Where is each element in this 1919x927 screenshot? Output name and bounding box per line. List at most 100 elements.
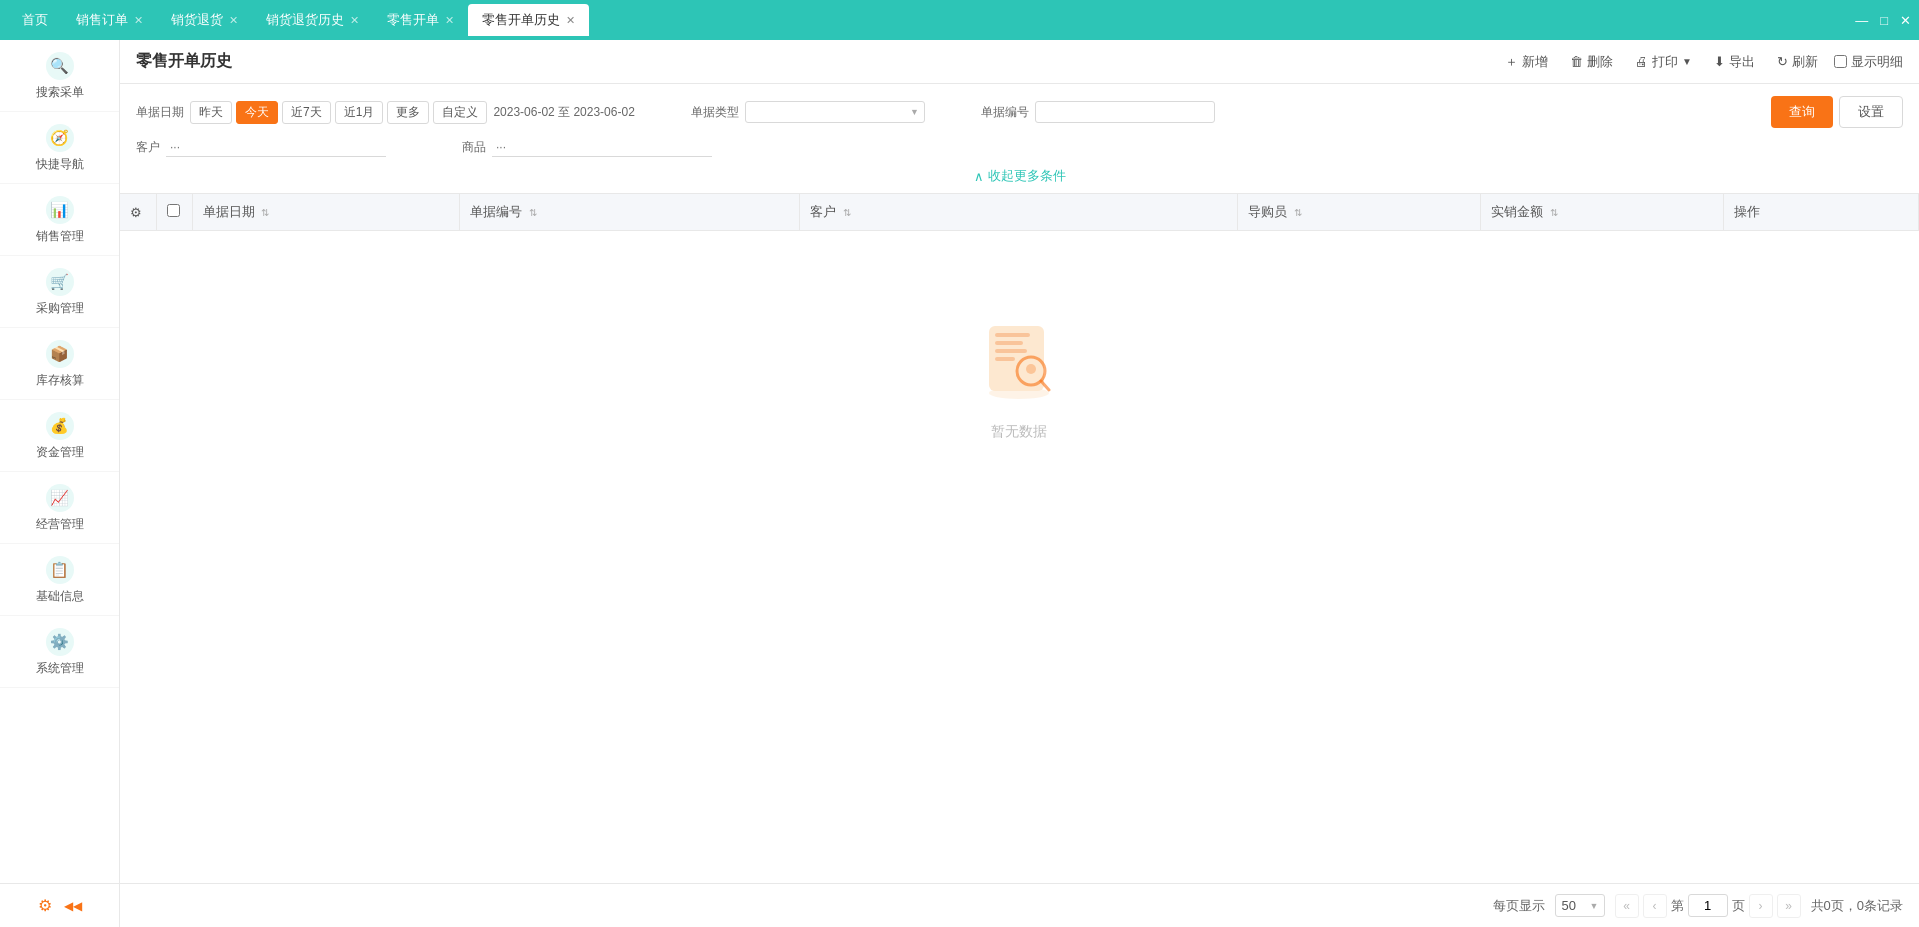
collapse-label: 收起更多条件 bbox=[988, 167, 1066, 185]
tab-sales-return-label: 销货退货 bbox=[171, 11, 223, 29]
settings-button[interactable]: 设置 bbox=[1839, 96, 1903, 128]
column-settings-icon[interactable]: ⚙ bbox=[130, 205, 142, 220]
purchase-mgmt-icon: 🛒 bbox=[46, 268, 74, 296]
th-settings[interactable]: ⚙ bbox=[120, 194, 156, 231]
toolbar: ＋ 新增 🗑 删除 🖨 打印 ▼ ⬇ 导出 ↻ 刷新 bbox=[1499, 50, 1903, 74]
tab-sales-order[interactable]: 销售订单 ✕ bbox=[62, 4, 157, 36]
collapse-button[interactable]: ∧ 收起更多条件 bbox=[974, 167, 1066, 185]
print-label: 打印 bbox=[1652, 53, 1678, 71]
export-button[interactable]: ⬇ 导出 bbox=[1708, 50, 1761, 74]
empty-text: 暂无数据 bbox=[991, 423, 1047, 441]
export-label: 导出 bbox=[1729, 53, 1755, 71]
collapse-icon: ∧ bbox=[974, 169, 984, 184]
inventory-icon: 📦 bbox=[46, 340, 74, 368]
filter-doc-no: 单据编号 bbox=[981, 101, 1215, 123]
date-btn-last7[interactable]: 近7天 bbox=[282, 101, 331, 124]
tab-sales-order-close[interactable]: ✕ bbox=[134, 14, 143, 27]
content-area: 零售开单历史 ＋ 新增 🗑 删除 🖨 打印 ▼ ⬇ 导出 bbox=[120, 40, 1919, 927]
goods-label: 商品 bbox=[462, 139, 486, 156]
sidebar-item-base-info-label: 基础信息 bbox=[36, 588, 84, 605]
page-next-button[interactable]: › bbox=[1749, 894, 1773, 918]
tab-sales-return-close[interactable]: ✕ bbox=[229, 14, 238, 27]
tab-retail-open[interactable]: 零售开单 ✕ bbox=[373, 4, 468, 36]
tab-sales-return[interactable]: 销货退货 ✕ bbox=[157, 4, 252, 36]
sidebar-item-sys-mgmt[interactable]: ⚙️ 系统管理 bbox=[0, 616, 119, 688]
doc-no-input[interactable] bbox=[1035, 101, 1215, 123]
window-maximize[interactable]: □ bbox=[1880, 13, 1888, 28]
delete-label: 删除 bbox=[1587, 53, 1613, 71]
add-label: 新增 bbox=[1522, 53, 1548, 71]
base-info-icon: 📋 bbox=[46, 556, 74, 584]
sidebar-item-search-purchase[interactable]: 🔍 搜索采单 bbox=[0, 40, 119, 112]
date-btn-last1month[interactable]: 近1月 bbox=[335, 101, 384, 124]
th-date[interactable]: 单据日期 ⇅ bbox=[192, 194, 459, 231]
sidebar-item-sales-mgmt[interactable]: 📊 销售管理 bbox=[0, 184, 119, 256]
sidebar-item-base-info[interactable]: 📋 基础信息 bbox=[0, 544, 119, 616]
tab-home[interactable]: 首页 bbox=[8, 4, 62, 36]
page-last-button[interactable]: » bbox=[1777, 894, 1801, 918]
th-guide[interactable]: 导购员 ⇅ bbox=[1238, 194, 1481, 231]
add-button[interactable]: ＋ 新增 bbox=[1499, 50, 1554, 74]
date-range-display: 2023-06-02 至 2023-06-02 bbox=[493, 104, 634, 121]
page-title: 零售开单历史 bbox=[136, 51, 1499, 72]
th-no-label: 单据编号 bbox=[470, 204, 522, 219]
sidebar-item-inventory[interactable]: 📦 库存核算 bbox=[0, 328, 119, 400]
per-page-select[interactable]: 10 20 50 100 bbox=[1555, 894, 1605, 917]
tab-retail-open-close[interactable]: ✕ bbox=[445, 14, 454, 27]
page-prev-button[interactable]: ‹ bbox=[1643, 894, 1667, 918]
sidebar-item-operations[interactable]: 📈 经营管理 bbox=[0, 472, 119, 544]
th-amount-label: 实销金额 bbox=[1491, 204, 1543, 219]
filter-customer: 客户 bbox=[136, 138, 386, 157]
print-button[interactable]: 🖨 打印 ▼ bbox=[1629, 50, 1698, 74]
th-guide-sort-icon: ⇅ bbox=[1294, 207, 1302, 218]
sidebar-item-quick-nav-label: 快捷导航 bbox=[36, 156, 84, 173]
tab-retail-history[interactable]: 零售开单历史 ✕ bbox=[468, 4, 589, 36]
sidebar-settings-icon[interactable]: ⚙ bbox=[38, 896, 52, 915]
tab-sales-return-history-close[interactable]: ✕ bbox=[350, 14, 359, 27]
date-btn-today[interactable]: 今天 bbox=[236, 101, 278, 124]
sidebar-item-finance[interactable]: 💰 资金管理 bbox=[0, 400, 119, 472]
doc-type-select[interactable] bbox=[745, 101, 925, 123]
th-amount[interactable]: 实销金额 ⇅ bbox=[1481, 194, 1724, 231]
date-btn-more[interactable]: 更多 bbox=[387, 101, 429, 124]
display-detail-toggle[interactable]: 显示明细 bbox=[1834, 53, 1903, 71]
select-all-checkbox[interactable] bbox=[167, 204, 180, 217]
window-controls: — □ ✕ bbox=[1855, 13, 1911, 28]
th-date-label: 单据日期 bbox=[203, 204, 255, 219]
tab-retail-history-close[interactable]: ✕ bbox=[566, 14, 575, 27]
th-customer-sort-icon: ⇅ bbox=[843, 207, 851, 218]
filter-row-1: 单据日期 昨天 今天 近7天 近1月 更多 自定义 2023-06-02 至 2… bbox=[136, 96, 1903, 128]
th-guide-label: 导购员 bbox=[1248, 204, 1287, 219]
th-no[interactable]: 单据编号 ⇅ bbox=[459, 194, 799, 231]
sidebar-collapse-icon[interactable]: ◀◀ bbox=[64, 899, 82, 913]
refresh-button[interactable]: ↻ 刷新 bbox=[1771, 50, 1824, 74]
date-btn-yesterday[interactable]: 昨天 bbox=[190, 101, 232, 124]
customer-input[interactable] bbox=[166, 138, 386, 157]
display-detail-checkbox[interactable] bbox=[1834, 55, 1847, 68]
sidebar-item-quick-nav[interactable]: 🧭 快捷导航 bbox=[0, 112, 119, 184]
delete-button[interactable]: 🗑 删除 bbox=[1564, 50, 1619, 74]
sidebar-item-inventory-label: 库存核算 bbox=[36, 372, 84, 389]
page-first-button[interactable]: « bbox=[1615, 894, 1639, 918]
tab-retail-open-label: 零售开单 bbox=[387, 11, 439, 29]
th-customer[interactable]: 客户 ⇅ bbox=[800, 194, 1238, 231]
th-action-label: 操作 bbox=[1734, 204, 1760, 219]
data-table: ⚙ 单据日期 ⇅ 单据编号 ⇅ bbox=[120, 194, 1919, 481]
empty-illustration bbox=[969, 311, 1069, 411]
window-close[interactable]: ✕ bbox=[1900, 13, 1911, 28]
date-btn-custom[interactable]: 自定义 bbox=[433, 101, 487, 124]
empty-state: 暂无数据 bbox=[120, 231, 1919, 481]
sales-mgmt-icon: 📊 bbox=[46, 196, 74, 224]
th-check[interactable] bbox=[156, 194, 192, 231]
page-number-input[interactable] bbox=[1688, 894, 1728, 917]
window-minimize[interactable]: — bbox=[1855, 13, 1868, 28]
query-button[interactable]: 查询 bbox=[1771, 96, 1833, 128]
display-detail-label: 显示明细 bbox=[1851, 53, 1903, 71]
sidebar-item-purchase-mgmt[interactable]: 🛒 采购管理 bbox=[0, 256, 119, 328]
search-purchase-icon: 🔍 bbox=[46, 52, 74, 80]
goods-input[interactable] bbox=[492, 138, 712, 157]
th-action: 操作 bbox=[1724, 194, 1919, 231]
add-icon: ＋ bbox=[1505, 53, 1518, 71]
empty-state-cell: 暂无数据 bbox=[120, 231, 1919, 482]
tab-sales-return-history[interactable]: 销货退货历史 ✕ bbox=[252, 4, 373, 36]
